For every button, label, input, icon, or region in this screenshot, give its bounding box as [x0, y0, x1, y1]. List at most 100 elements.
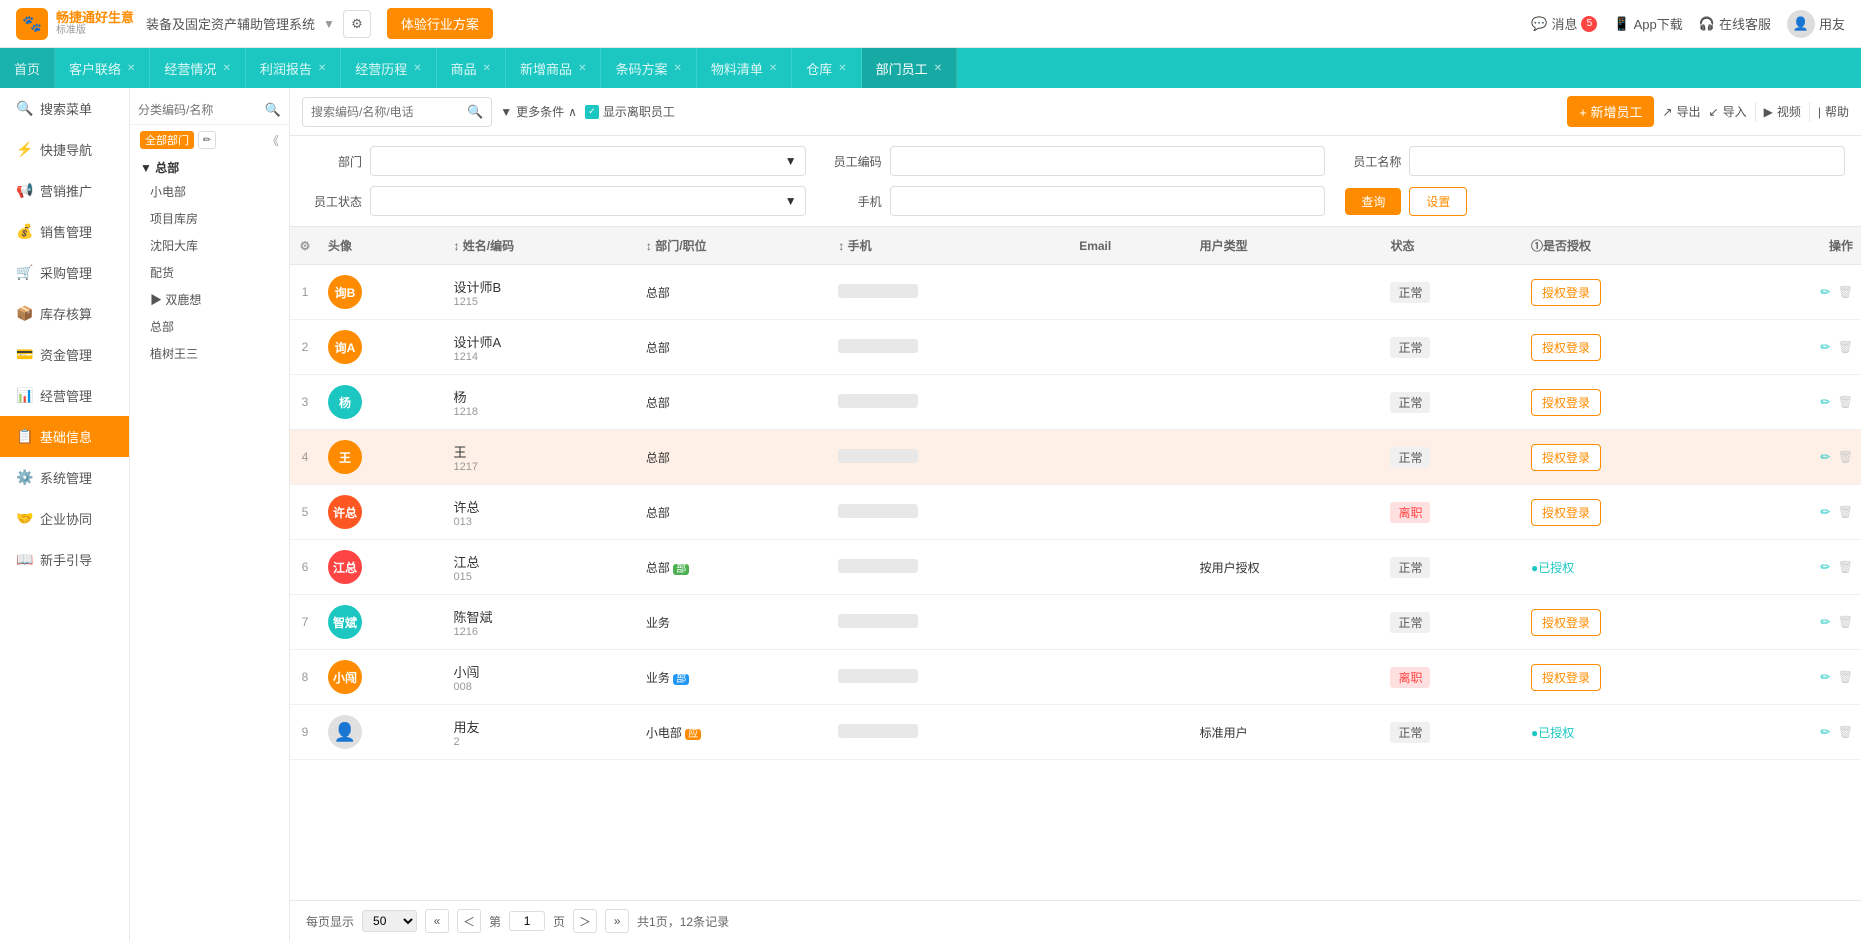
set-button[interactable]: 设置	[1409, 187, 1467, 216]
edit-button[interactable]: ✏	[1820, 450, 1830, 464]
auth-button[interactable]: 授权登录	[1531, 444, 1601, 471]
first-page-button[interactable]: «	[425, 909, 449, 933]
sidebar-item-management[interactable]: 📊 经营管理	[0, 375, 129, 416]
close-icon[interactable]: ✕	[769, 63, 777, 74]
empname-input[interactable]	[1409, 146, 1845, 176]
edit-button[interactable]: ✏	[1820, 340, 1830, 354]
page-size-select[interactable]: 50 100 200	[362, 910, 417, 932]
sidebar-item-finance[interactable]: 💳 资金管理	[0, 334, 129, 375]
dept-item-shuangluxiang[interactable]: ▶ 双鹿想	[130, 286, 289, 313]
phone-input[interactable]	[890, 186, 1326, 216]
delete-button[interactable]: 🗑	[1838, 615, 1853, 629]
close-icon[interactable]: ✕	[413, 63, 421, 74]
delete-button[interactable]: 🗑	[1838, 505, 1853, 519]
page-input[interactable]	[509, 911, 545, 931]
more-filter-button[interactable]: ▼ 更多条件 ∧	[500, 103, 577, 120]
delete-button[interactable]: 🗑	[1838, 395, 1853, 409]
app-download-button[interactable]: 📱 App下载	[1613, 14, 1682, 33]
dept-item-project[interactable]: 项目库房	[130, 205, 289, 232]
next-page-button[interactable]: ＞	[573, 909, 597, 933]
edit-button[interactable]: ✏	[1820, 725, 1830, 739]
video-button[interactable]: ▶ 视频	[1764, 103, 1801, 120]
sidebar-item-marketing[interactable]: 📢 营销推广	[0, 170, 129, 211]
tab-home[interactable]: 首页	[0, 48, 55, 88]
sidebar-item-nav[interactable]: ⚡ 快捷导航	[0, 129, 129, 170]
status-select[interactable]: ▼	[370, 186, 806, 216]
edit-button[interactable]: ✏	[1820, 285, 1830, 299]
dept-item-zhishu[interactable]: 植树王三	[130, 340, 289, 367]
tab-bom[interactable]: 物料清单 ✕	[697, 48, 792, 88]
prev-page-button[interactable]: ＜	[457, 909, 481, 933]
help-button[interactable]: | 帮助	[1818, 103, 1849, 120]
col-dept-position[interactable]: ↕ 部门/职位	[638, 227, 830, 265]
sidebar-item-inventory[interactable]: 📦 库存核算	[0, 293, 129, 334]
col-name-code[interactable]: ↕ 姓名/编码	[445, 227, 637, 265]
import-button[interactable]: ↙ 导入	[1709, 103, 1747, 120]
tab-operation[interactable]: 经营情况 ✕	[150, 48, 245, 88]
empcode-input[interactable]	[890, 146, 1326, 176]
edit-button[interactable]: ✏	[1820, 505, 1830, 519]
export-button[interactable]: ↗ 导出	[1662, 103, 1700, 120]
auth-button[interactable]: 授权登录	[1531, 334, 1601, 361]
dept-item-shenyang[interactable]: 沈阳大库	[130, 232, 289, 259]
delete-button[interactable]: 🗑	[1838, 450, 1853, 464]
auth-button[interactable]: 授权登录	[1531, 609, 1601, 636]
tab-customer[interactable]: 客户联络 ✕	[55, 48, 150, 88]
user-menu-button[interactable]: 👤 用友	[1787, 10, 1845, 38]
trial-button[interactable]: 体验行业方案	[387, 8, 493, 39]
search-input[interactable]	[311, 105, 461, 119]
close-icon[interactable]: ✕	[578, 63, 586, 74]
tab-add-goods[interactable]: 新增商品 ✕	[506, 48, 601, 88]
edit-button[interactable]: ✏	[1820, 670, 1830, 684]
messages-button[interactable]: 💬 消息 5	[1531, 14, 1597, 33]
delete-button[interactable]: 🗑	[1838, 670, 1853, 684]
sidebar-item-guide[interactable]: 📖 新手引导	[0, 539, 129, 580]
sidebar-item-base[interactable]: 📋 基础信息	[0, 416, 129, 457]
add-employee-button[interactable]: + 新增员工	[1567, 96, 1654, 127]
delete-button[interactable]: 🗑	[1838, 725, 1853, 739]
edit-button[interactable]: ✏	[1820, 615, 1830, 629]
close-icon[interactable]: ✕	[318, 63, 326, 74]
dept-item-dispatch[interactable]: 配货	[130, 259, 289, 286]
system-dropdown-arrow[interactable]: ▼	[323, 17, 335, 31]
close-icon[interactable]: ✕	[127, 63, 135, 74]
auth-button[interactable]: 授权登录	[1531, 499, 1601, 526]
tab-barcode[interactable]: 条码方案 ✕	[601, 48, 696, 88]
auth-button[interactable]: 授权登录	[1531, 389, 1601, 416]
dept-item-xiaodibu[interactable]: 小电部	[130, 178, 289, 205]
sidebar-item-purchase[interactable]: 🛒 采购管理	[0, 252, 129, 293]
query-button[interactable]: 查询	[1345, 188, 1401, 215]
close-icon[interactable]: ✕	[838, 63, 846, 74]
dept-search-input[interactable]	[138, 103, 261, 117]
dept-collapse-button[interactable]: 《	[267, 132, 279, 149]
col-phone[interactable]: ↕ 手机	[830, 227, 1071, 265]
last-page-button[interactable]: »	[605, 909, 629, 933]
sidebar-item-search[interactable]: 🔍 搜索菜单	[0, 88, 129, 129]
online-service-button[interactable]: 🎧 在线客服	[1699, 14, 1771, 33]
settings-button[interactable]: ⚙	[343, 10, 371, 38]
edit-button[interactable]: ✏	[1820, 560, 1830, 574]
sidebar-item-collab[interactable]: 🤝 企业协同	[0, 498, 129, 539]
delete-button[interactable]: 🗑	[1838, 285, 1853, 299]
sidebar-item-sales[interactable]: 💰 销售管理	[0, 211, 129, 252]
dept-item-headquarters[interactable]: 总部	[130, 313, 289, 340]
delete-button[interactable]: 🗑	[1838, 340, 1853, 354]
show-resigned-checkbox[interactable]: ✓ 显示离职员工	[585, 103, 675, 120]
close-icon[interactable]: ✕	[222, 63, 230, 74]
sidebar-item-system[interactable]: ⚙️ 系统管理	[0, 457, 129, 498]
tab-department-staff[interactable]: 部门员工 ✕	[862, 48, 957, 88]
tab-goods[interactable]: 商品 ✕	[437, 48, 506, 88]
tab-history[interactable]: 经营历程 ✕	[341, 48, 436, 88]
edit-button[interactable]: ✏	[1820, 395, 1830, 409]
dept-edit-button[interactable]: ✏	[198, 131, 216, 149]
dept-select[interactable]: ▼	[370, 146, 806, 176]
tab-warehouse[interactable]: 仓库 ✕	[792, 48, 861, 88]
close-icon[interactable]: ✕	[483, 63, 491, 74]
auth-button[interactable]: 授权登录	[1531, 664, 1601, 691]
tab-profit[interactable]: 利润报告 ✕	[246, 48, 341, 88]
close-icon[interactable]: ✕	[934, 63, 942, 74]
delete-button[interactable]: 🗑	[1838, 560, 1853, 574]
auth-button[interactable]: 授权登录	[1531, 279, 1601, 306]
close-icon[interactable]: ✕	[673, 63, 681, 74]
col-settings[interactable]: ⚙	[290, 227, 320, 265]
